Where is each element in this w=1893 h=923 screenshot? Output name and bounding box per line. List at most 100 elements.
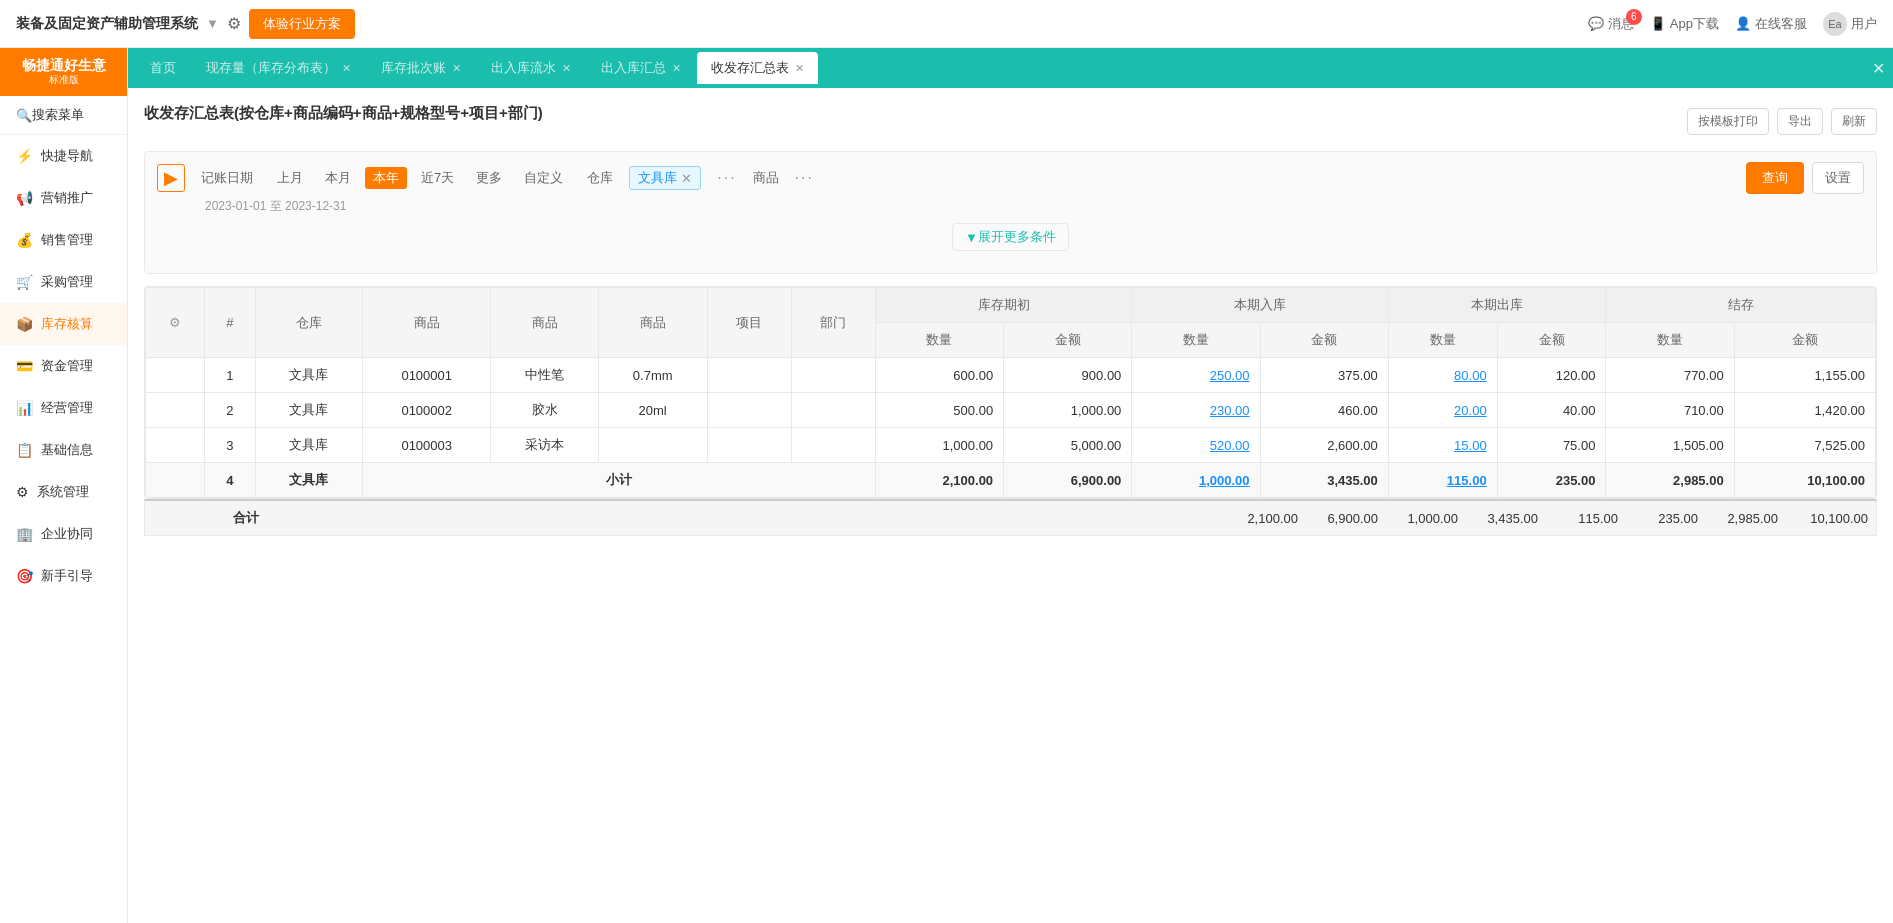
row2-opening-qty: 500.00	[875, 393, 1003, 428]
sidebar-item-quick-nav[interactable]: ⚡ 快捷导航	[0, 135, 127, 177]
th-warehouse: 仓库	[255, 288, 362, 358]
sidebar-item-system[interactable]: ⚙ 系统管理	[0, 471, 127, 513]
tab-inventory-dist-label: 现存量（库存分布表）	[206, 59, 336, 77]
row1-checkbox[interactable]	[146, 358, 205, 393]
row2-in-amt: 460.00	[1260, 393, 1388, 428]
tab-recv-send-summary[interactable]: 收发存汇总表 ✕	[697, 52, 818, 84]
th-settings[interactable]: ⚙	[146, 288, 205, 358]
row3-opening-qty: 1,000.00	[875, 428, 1003, 463]
sidebar-item-inventory[interactable]: 📦 库存核算	[0, 303, 127, 345]
th-in-group: 本期入库	[1132, 288, 1388, 323]
user-btn[interactable]: Ea 用户	[1823, 12, 1877, 36]
total-footer: 合计 2,100.00 6,900.00 1,000.00 3,435.00 1…	[144, 499, 1877, 536]
table-settings-icon[interactable]: ⚙	[169, 315, 181, 330]
filter-arrow-btn[interactable]: ▶	[157, 164, 185, 192]
row1-out-qty[interactable]: 80.00	[1388, 358, 1497, 393]
subtotal-in-qty[interactable]: 1,000.00	[1132, 463, 1260, 498]
row2-out-qty[interactable]: 20.00	[1388, 393, 1497, 428]
tab-in-out-flow[interactable]: 出入库流水 ✕	[477, 52, 585, 84]
sidebar-item-purchase[interactable]: 🛒 采购管理	[0, 261, 127, 303]
row3-in-qty-link[interactable]: 520.00	[1210, 438, 1250, 453]
export-button[interactable]: 导出	[1777, 108, 1823, 135]
row1-opening-amt: 900.00	[1004, 358, 1132, 393]
sidebar-item-guide[interactable]: 🎯 新手引导	[0, 555, 127, 597]
row3-in-qty[interactable]: 520.00	[1132, 428, 1260, 463]
tab-batch-ledger-close[interactable]: ✕	[452, 62, 461, 75]
tab-home[interactable]: 首页	[136, 52, 190, 84]
sidebar-guide-label: 新手引导	[41, 567, 93, 585]
row1-warehouse: 文具库	[255, 358, 362, 393]
app-download-btn[interactable]: 📱 App下载	[1650, 15, 1719, 33]
tab-in-out-summary-close[interactable]: ✕	[672, 62, 681, 75]
row3-out-qty[interactable]: 15.00	[1388, 428, 1497, 463]
tab-recv-send-summary-close[interactable]: ✕	[795, 62, 804, 75]
row2-checkbox[interactable]	[146, 393, 205, 428]
total-opening-amt: 6,900.00	[1298, 511, 1378, 526]
subtotal-out-qty[interactable]: 115.00	[1388, 463, 1497, 498]
sidebar-item-search[interactable]: 🔍 搜索菜单	[0, 96, 127, 135]
date-btn-this-month[interactable]: 本月	[317, 167, 359, 189]
date-btn-this-year[interactable]: 本年	[365, 167, 407, 189]
row1-in-qty[interactable]: 250.00	[1132, 358, 1260, 393]
row3-department	[791, 428, 875, 463]
date-btn-prev-month[interactable]: 上月	[269, 167, 311, 189]
row3-out-qty-link[interactable]: 15.00	[1454, 438, 1487, 453]
sidebar-finance-label: 资金管理	[41, 357, 93, 375]
sidebar-business-label: 经营管理	[41, 399, 93, 417]
sidebar-item-basic-info[interactable]: 📋 基础信息	[0, 429, 127, 471]
query-button[interactable]: 查询	[1746, 162, 1804, 194]
subtotal-row: 4 文具库 小计 2,100.00 6,900.00 1,000.00 3,43…	[146, 463, 1876, 498]
tab-inventory-dist[interactable]: 现存量（库存分布表） ✕	[192, 52, 365, 84]
row1-goods-name: 中性笔	[491, 358, 598, 393]
date-btn-custom[interactable]: 自定义	[516, 167, 571, 189]
row2-out-amt: 40.00	[1497, 393, 1606, 428]
sidebar-item-finance[interactable]: 💳 资金管理	[0, 345, 127, 387]
sidebar-item-marketing[interactable]: 📢 营销推广	[0, 177, 127, 219]
tab-in-out-flow-close[interactable]: ✕	[562, 62, 571, 75]
sidebar-inventory-label: 库存核算	[41, 315, 93, 333]
sidebar-item-enterprise[interactable]: 🏢 企业协同	[0, 513, 127, 555]
total-out-qty: 115.00	[1538, 511, 1618, 526]
tab-bar-close-btn[interactable]: ✕	[1872, 59, 1885, 78]
expand-conditions-btn[interactable]: ▼ 展开更多条件	[952, 223, 1069, 251]
tab-batch-ledger[interactable]: 库存批次账 ✕	[367, 52, 475, 84]
row1-out-qty-link[interactable]: 80.00	[1454, 368, 1487, 383]
print-button[interactable]: 按模板打印	[1687, 108, 1769, 135]
messages-btn[interactable]: 💬 消息 6	[1588, 15, 1634, 33]
date-btn-7days[interactable]: 近7天	[413, 167, 462, 189]
subtotal-in-qty-link[interactable]: 1,000.00	[1199, 473, 1250, 488]
date-btn-more[interactable]: 更多	[468, 167, 510, 189]
trial-button[interactable]: 体验行业方案	[249, 9, 355, 39]
top-bar: 装备及固定资产辅助管理系统 ▼ ⚙ 体验行业方案 💬 消息 6 📱 App下载 …	[0, 0, 1893, 48]
row2-out-qty-link[interactable]: 20.00	[1454, 403, 1487, 418]
sidebar-enterprise-label: 企业协同	[41, 525, 93, 543]
row3-warehouse: 文具库	[255, 428, 362, 463]
row2-closing-qty: 710.00	[1606, 393, 1734, 428]
row3-checkbox[interactable]	[146, 428, 205, 463]
row2-index: 2	[205, 393, 256, 428]
th-goods-code: 商品	[363, 288, 491, 358]
tab-inventory-dist-close[interactable]: ✕	[342, 62, 351, 75]
online-service-btn[interactable]: 👤 在线客服	[1735, 15, 1807, 33]
settings-icon[interactable]: ⚙	[227, 14, 241, 33]
sidebar-item-business[interactable]: 📊 经营管理	[0, 387, 127, 429]
warehouse-tag-remove[interactable]: ✕	[681, 171, 692, 186]
goods-more-btn[interactable]: ···	[795, 169, 814, 187]
row2-in-qty-link[interactable]: 230.00	[1210, 403, 1250, 418]
subtotal-warehouse: 文具库	[255, 463, 362, 498]
tab-in-out-summary[interactable]: 出入库汇总 ✕	[587, 52, 695, 84]
date-filter-label: 记账日期	[201, 169, 253, 187]
subtotal-out-qty-link[interactable]: 115.00	[1447, 473, 1487, 488]
table-row: 1 文具库 0100001 中性笔 0.7mm 600.00 900.00 25…	[146, 358, 1876, 393]
th-out-qty: 数量	[1388, 323, 1497, 358]
sidebar-item-sales[interactable]: 💰 销售管理	[0, 219, 127, 261]
row2-in-qty[interactable]: 230.00	[1132, 393, 1260, 428]
refresh-button[interactable]: 刷新	[1831, 108, 1877, 135]
th-out-amt: 金额	[1497, 323, 1606, 358]
row3-goods-name: 采访本	[491, 428, 598, 463]
system-dropdown-icon[interactable]: ▼	[206, 16, 219, 31]
warehouse-tag: 文具库 ✕	[629, 166, 701, 190]
warehouse-more-btn[interactable]: ···	[717, 169, 736, 187]
row1-in-qty-link[interactable]: 250.00	[1210, 368, 1250, 383]
settings-button[interactable]: 设置	[1812, 162, 1864, 194]
